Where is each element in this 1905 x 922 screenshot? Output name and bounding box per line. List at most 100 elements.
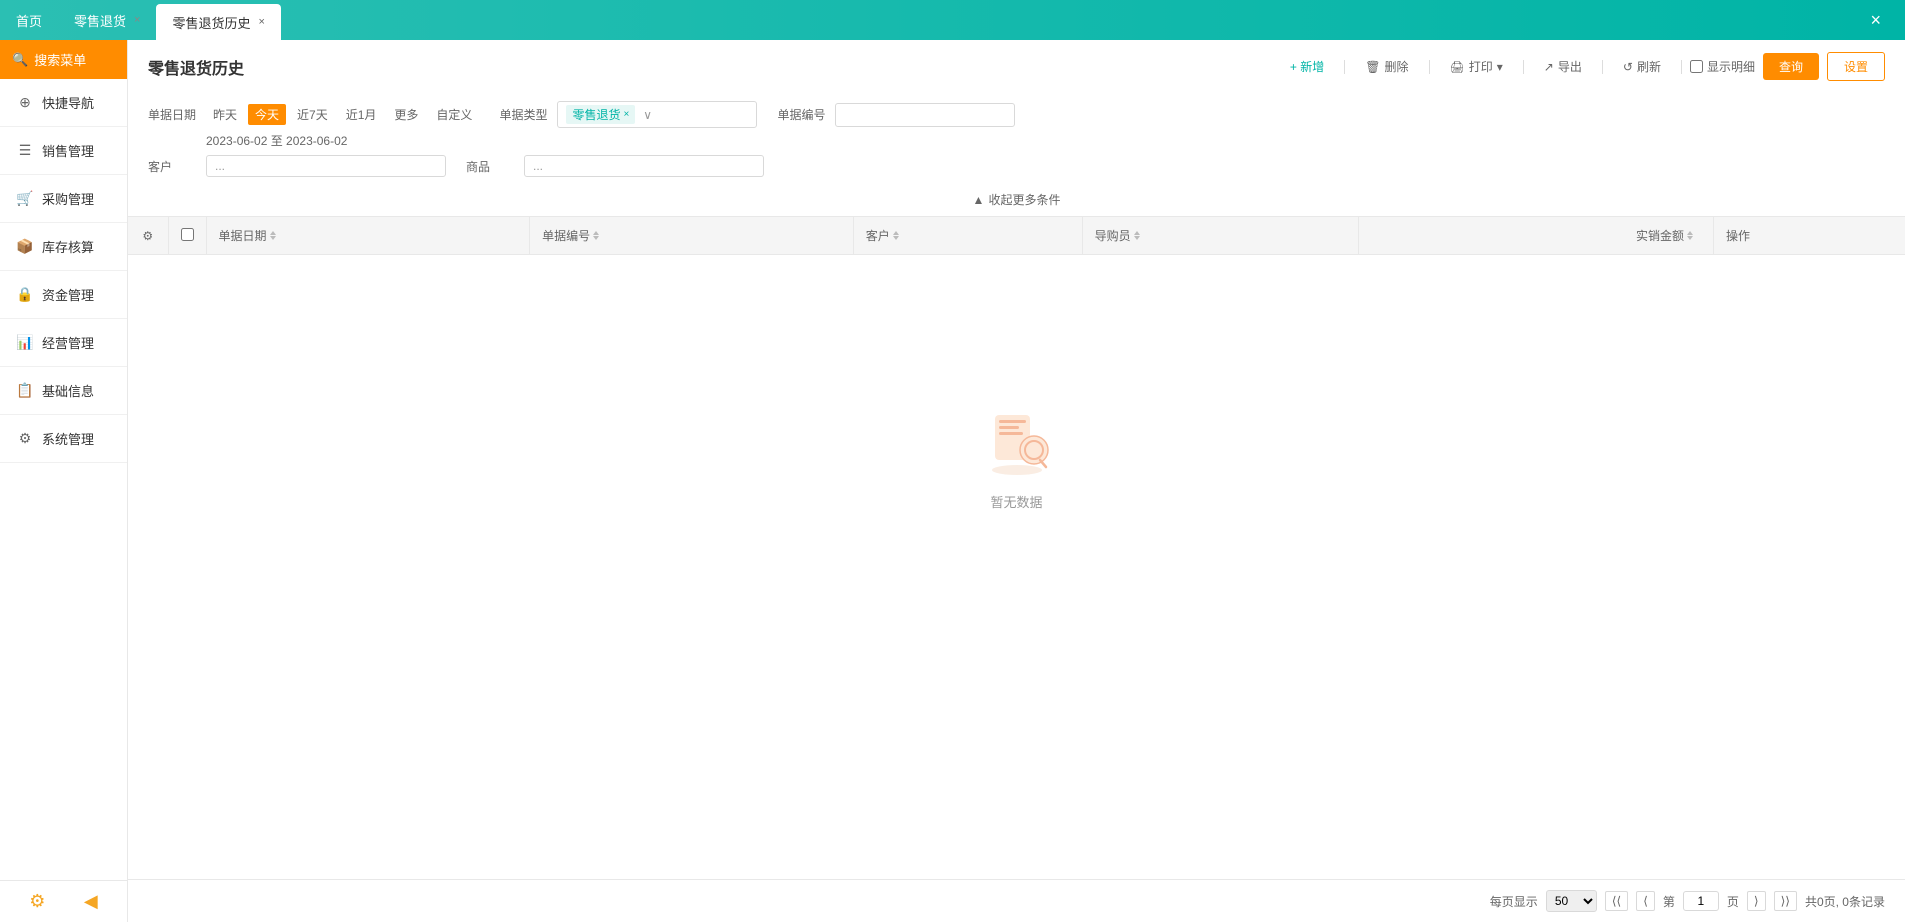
refresh-button[interactable]: ↺ 刷新 (1611, 53, 1673, 80)
sort-icon-guide (1134, 231, 1140, 240)
main-layout: 🔍 搜索菜单 ⊕ 快捷导航 ☰ 销售管理 🛒 采购管理 📦 库存核算 🔒 资金管… (0, 40, 1905, 922)
doc-no-input[interactable] (835, 103, 1015, 127)
add-button[interactable]: + 新增 (1278, 53, 1336, 80)
customer-ellipsis[interactable]: ... (215, 159, 225, 173)
operation-icon: 📊 (16, 334, 34, 352)
print-button[interactable]: 🖨 打印 ▾ (1438, 53, 1515, 80)
pagination-bar: 每页显示 2050100200 ⟨⟨ ⟨ 第 页 ⟩ ⟩⟩ 共0页, 0条记录 (128, 879, 1905, 922)
export-button[interactable]: ↗ 导出 (1532, 53, 1594, 80)
th-settings: ⚙ (128, 217, 168, 255)
empty-text: 暂无数据 (990, 492, 1042, 511)
goods-select[interactable]: ... (524, 155, 764, 177)
filter-row-1: 单据日期 昨天今天近7天近1月更多自定义 单据类型 零售退货 × ∨ (148, 101, 1885, 128)
date-range-display: 2023-06-02 至 2023-06-02 (206, 132, 347, 149)
customer-label: 客户 (148, 158, 198, 175)
doc-type-tag-close[interactable]: × (623, 109, 629, 120)
query-button[interactable]: 查询 (1763, 53, 1819, 80)
sidebar-item-quick-nav[interactable]: ⊕ 快捷导航 (0, 79, 127, 127)
filter-row-1b: 2023-06-02 至 2023-06-02 (148, 132, 1885, 149)
collapse-button[interactable]: ▲ 收起更多条件 (973, 191, 1061, 208)
export-icon: ↗ (1544, 60, 1554, 74)
sort-icon-doc-no (593, 231, 599, 240)
tab-close-retail-return[interactable]: × (134, 14, 140, 26)
sort-actual-amount[interactable]: 实销金额 (1371, 227, 1693, 244)
show-detail-input[interactable] (1690, 60, 1703, 73)
sidebar-label-quick-nav: 快捷导航 (42, 93, 94, 112)
prev-page-button[interactable]: ⟨ (1636, 891, 1655, 911)
print-icon: 🖨 (1450, 60, 1465, 74)
window-close-button[interactable]: × (1862, 6, 1889, 35)
sidebar-label-basic-info: 基础信息 (42, 381, 94, 400)
date-btn-近7天[interactable]: 近7天 (290, 104, 335, 125)
page-title-row: 零售退货历史 + 新增 🗑 删除 🖨 打印 ▾ (148, 52, 1885, 81)
tab-home[interactable]: 首页 (0, 0, 58, 40)
sidebar-footer: ⚙ ◀ (0, 880, 127, 922)
sort-down-icon3 (893, 236, 899, 240)
th-actual-amount-label: 实销金额 (1636, 227, 1684, 244)
tab-retail-return[interactable]: 零售退货 × (58, 0, 156, 40)
goods-filter: 商品 ... (466, 155, 764, 177)
customer-select[interactable]: ... (206, 155, 446, 177)
collapse-sidebar-icon[interactable]: ◀ (84, 891, 98, 912)
sidebar-item-inventory[interactable]: 📦 库存核算 (0, 223, 127, 271)
delete-button[interactable]: 🗑 删除 (1353, 53, 1420, 80)
tab-close-retail-return-history[interactable]: × (258, 16, 264, 28)
date-btn-今天[interactable]: 今天 (248, 104, 286, 125)
sidebar: 🔍 搜索菜单 ⊕ 快捷导航 ☰ 销售管理 🛒 采购管理 📦 库存核算 🔒 资金管… (0, 40, 128, 922)
goods-ellipsis[interactable]: ... (533, 159, 543, 173)
select-all-checkbox[interactable] (181, 228, 194, 241)
sidebar-label-inventory: 库存核算 (42, 237, 94, 256)
th-actual-amount: 实销金额 (1358, 217, 1713, 255)
sort-doc-no[interactable]: 单据编号 (542, 227, 841, 244)
sidebar-item-basic-info[interactable]: 📋 基础信息 (0, 367, 127, 415)
system-mgmt-icon: ⚙ (16, 430, 34, 448)
th-doc-date-label: 单据日期 (219, 227, 267, 244)
doc-type-select[interactable]: 零售退货 × ∨ (557, 101, 757, 128)
table-container: ⚙ 单据日期 (128, 217, 1905, 879)
column-settings-icon[interactable]: ⚙ (142, 229, 153, 243)
page-number-input[interactable] (1683, 891, 1719, 911)
show-detail-label: 显示明细 (1707, 58, 1755, 75)
sort-down-icon4 (1134, 236, 1140, 240)
next-page-button[interactable]: ⟩ (1747, 891, 1766, 911)
sidebar-item-purchase-mgmt[interactable]: 🛒 采购管理 (0, 175, 127, 223)
th-customer-label: 客户 (866, 227, 890, 244)
sort-down-icon (270, 236, 276, 240)
tab-retail-return-history[interactable]: 零售退货历史 × (156, 4, 280, 40)
th-guide: 导购员 (1082, 217, 1358, 255)
sort-up-icon2 (593, 231, 599, 235)
sort-guide[interactable]: 导购员 (1095, 227, 1346, 244)
sidebar-item-finance[interactable]: 🔒 资金管理 (0, 271, 127, 319)
th-guide-label: 导购员 (1095, 227, 1131, 244)
per-page-select[interactable]: 2050100200 (1546, 890, 1597, 912)
sort-icon-amount (1687, 231, 1693, 240)
show-detail-checkbox[interactable]: 显示明细 (1690, 58, 1755, 75)
quick-nav-icon: ⊕ (16, 94, 34, 112)
doc-type-arrow-icon: ∨ (643, 108, 652, 122)
sidebar-label-operation: 经营管理 (42, 333, 94, 352)
sort-doc-date[interactable]: 单据日期 (219, 227, 518, 244)
top-bar-right: × (1862, 6, 1905, 35)
setting-button[interactable]: 设置 (1827, 52, 1885, 81)
purchase-mgmt-icon: 🛒 (16, 190, 34, 208)
date-filter: 单据日期 昨天今天近7天近1月更多自定义 (148, 104, 479, 125)
tab-label-retail-return: 零售退货 (74, 11, 126, 30)
last-page-button[interactable]: ⟩⟩ (1774, 891, 1797, 911)
first-page-button[interactable]: ⟨⟨ (1605, 891, 1628, 911)
sort-up-icon4 (1134, 231, 1140, 235)
sidebar-item-system-mgmt[interactable]: ⚙ 系统管理 (0, 415, 127, 463)
sidebar-search-button[interactable]: 🔍 搜索菜单 (0, 40, 127, 79)
search-icon: 🔍 (12, 52, 28, 68)
date-btn-自定义[interactable]: 自定义 (429, 104, 479, 125)
tab-label-retail-return-history: 零售退货历史 (172, 13, 250, 32)
sort-customer[interactable]: 客户 (866, 227, 1070, 244)
collapse-row[interactable]: ▲ 收起更多条件 (148, 185, 1885, 216)
sidebar-item-operation[interactable]: 📊 经营管理 (0, 319, 127, 367)
sidebar-item-sales-mgmt[interactable]: ☰ 销售管理 (0, 127, 127, 175)
filter-area: 单据日期 昨天今天近7天近1月更多自定义 单据类型 零售退货 × ∨ (148, 93, 1885, 216)
settings-footer-icon[interactable]: ⚙ (29, 891, 45, 912)
date-btn-昨天[interactable]: 昨天 (206, 104, 244, 125)
sort-down-icon5 (1687, 236, 1693, 240)
date-btn-更多[interactable]: 更多 (387, 104, 425, 125)
date-btn-近1月[interactable]: 近1月 (339, 104, 384, 125)
